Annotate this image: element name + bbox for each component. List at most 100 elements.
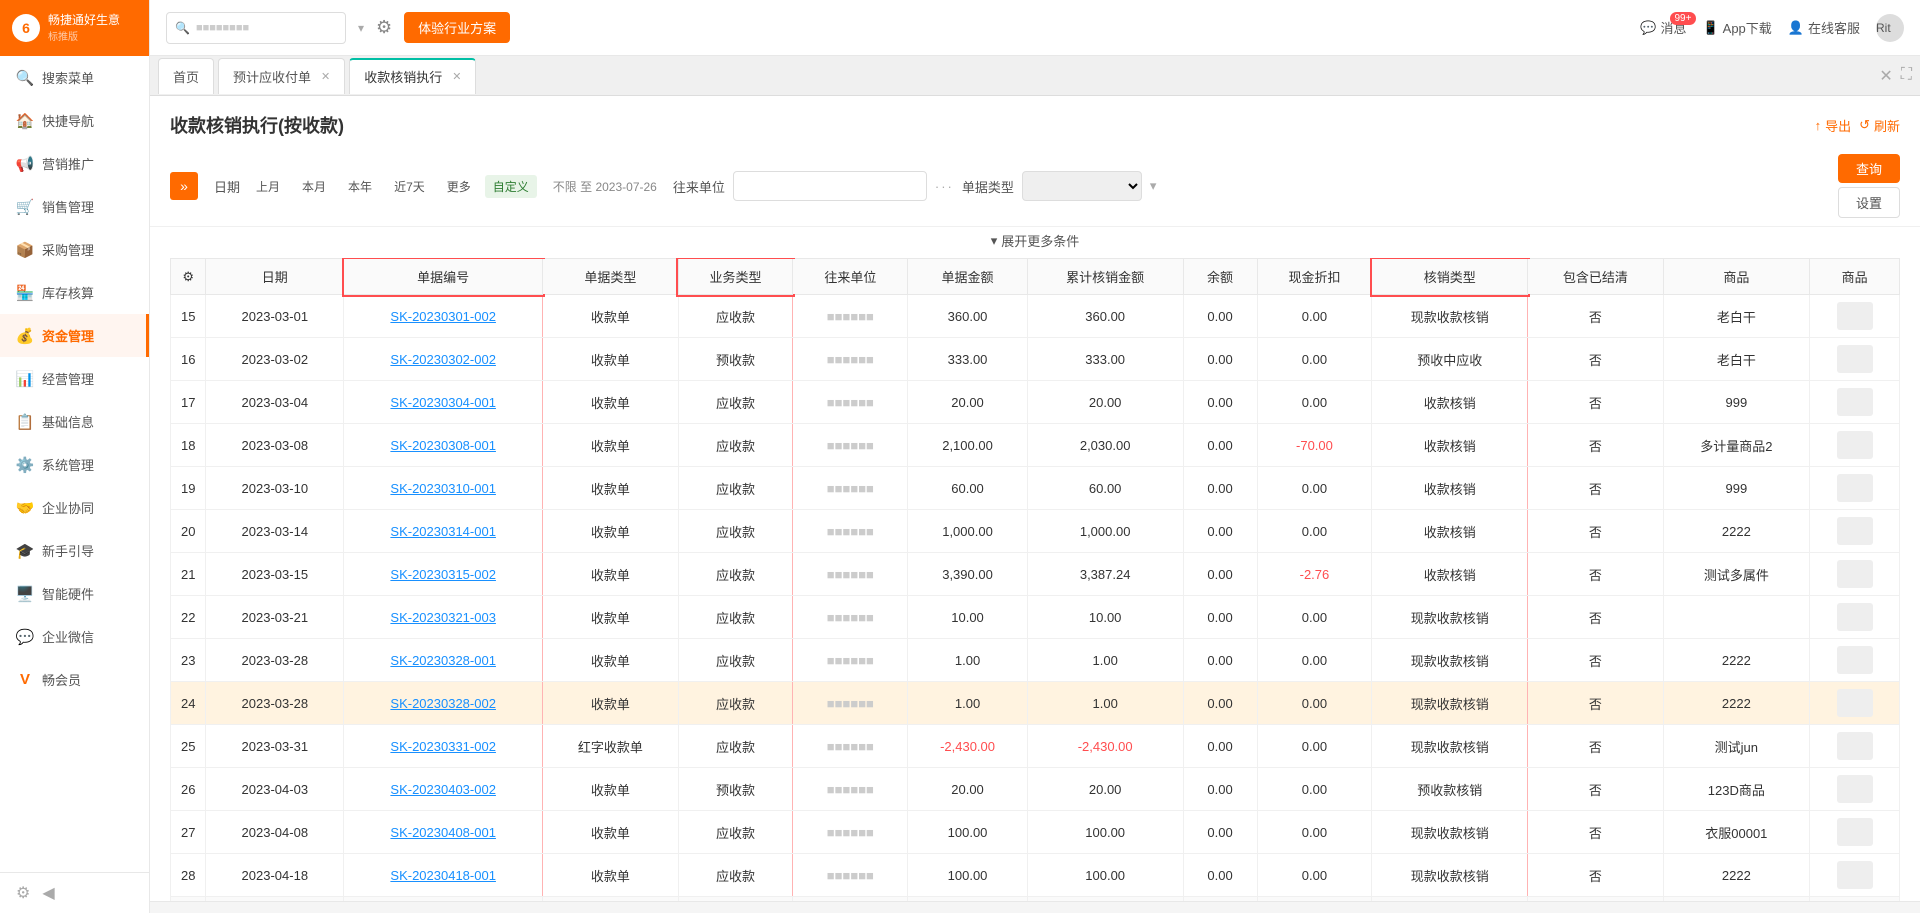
cell-bill-no[interactable]: SK-20230301-002: [344, 295, 543, 338]
cell-bill-no[interactable]: SK-20230328-002: [344, 682, 543, 725]
horizontal-scrollbar[interactable]: [150, 901, 1920, 913]
cell-bill-no[interactable]: SK-20230310-001: [344, 467, 543, 510]
query-btn[interactable]: 查询: [1838, 154, 1900, 183]
bill-no-link[interactable]: SK-20230331-002: [390, 739, 496, 754]
tab-prepay[interactable]: 预计应收付单 ✕: [218, 58, 345, 94]
cell-bill-amount: 100.00: [908, 854, 1027, 897]
tab-fullscreen-icon[interactable]: ⛶: [1901, 66, 1912, 86]
bill-no-link[interactable]: SK-20230328-002: [390, 696, 496, 711]
filter-settings-btn[interactable]: 设置: [1838, 187, 1900, 218]
cell-bill-no[interactable]: SK-20230418-001: [344, 854, 543, 897]
cell-cash-discount: -2.76: [1257, 553, 1372, 596]
tab-home[interactable]: 首页: [158, 58, 214, 94]
sidebar-item-guide[interactable]: 🎓 新手引导: [0, 529, 149, 572]
bill-no-link[interactable]: SK-20230304-001: [390, 395, 496, 410]
date-pill-7days[interactable]: 近7天: [386, 175, 433, 198]
cell-bill-no[interactable]: SK-20230408-001: [344, 811, 543, 854]
industry-btn[interactable]: 体验行业方案: [404, 12, 510, 43]
bill-no-link[interactable]: SK-20230403-002: [390, 782, 496, 797]
gear-icon[interactable]: ⚙: [376, 17, 392, 38]
cell-bill-amount: 10.00: [908, 596, 1027, 639]
tab-collection[interactable]: 收款核销执行 ✕: [349, 58, 476, 94]
sidebar-item-operations[interactable]: 📊 经营管理: [0, 357, 149, 400]
sidebar-item-purchase[interactable]: 📦 采购管理: [0, 228, 149, 271]
bill-no-link[interactable]: SK-20230301-002: [390, 309, 496, 324]
user-avatar[interactable]: Rit: [1876, 14, 1904, 42]
cell-include-settled: 否: [1528, 467, 1663, 510]
sidebar-item-member[interactable]: V 畅会员: [0, 658, 149, 701]
sidebar-item-label: 畅会员: [42, 670, 81, 689]
bill-no-link[interactable]: SK-20230315-002: [390, 567, 496, 582]
cell-bill-no[interactable]: SK-20230302-002: [344, 338, 543, 381]
dropdown-arrow-icon[interactable]: ▾: [358, 21, 364, 35]
tab-collection-close-icon[interactable]: ✕: [452, 70, 461, 83]
table-row: 162023-03-02SK-20230302-002收款单预收款■■■■■■3…: [171, 338, 1900, 381]
sidebar-item-wechat[interactable]: 💬 企业微信: [0, 615, 149, 658]
export-btn[interactable]: ↑ 导出: [1815, 116, 1852, 135]
sidebar-item-inventory[interactable]: 🏪 库存核算: [0, 271, 149, 314]
filter-dots: ···: [935, 179, 954, 194]
sidebar-item-sales[interactable]: 🛒 销售管理: [0, 185, 149, 228]
cell-cash-discount: 0.00: [1257, 596, 1372, 639]
cell-bill-no[interactable]: SK-20230315-002: [344, 553, 543, 596]
col-settings[interactable]: ⚙: [171, 259, 206, 295]
service-btn[interactable]: 👤 在线客服: [1788, 18, 1860, 37]
sidebar-item-system[interactable]: ⚙️ 系统管理: [0, 443, 149, 486]
cell-product: 测试jun: [1663, 725, 1810, 768]
export-icon: ↑: [1815, 118, 1822, 133]
bill-type-select[interactable]: [1022, 171, 1142, 201]
cell-product-img: [1810, 424, 1900, 467]
settings-bottom-icon[interactable]: ⚙: [16, 883, 30, 903]
cell-bill-no[interactable]: SK-20230331-002: [344, 725, 543, 768]
cell-bill-no[interactable]: SK-20230308-001: [344, 424, 543, 467]
cell-bill-no[interactable]: SK-20230321-003: [344, 596, 543, 639]
date-pill-last-month[interactable]: 上月: [248, 175, 288, 198]
bill-no-link[interactable]: SK-20230314-001: [390, 524, 496, 539]
sidebar-item-marketing[interactable]: 📢 营销推广: [0, 142, 149, 185]
bill-no-link[interactable]: SK-20230328-001: [390, 653, 496, 668]
cell-no: 17: [171, 381, 206, 424]
sidebar-item-hardware[interactable]: 🖥️ 智能硬件: [0, 572, 149, 615]
refresh-btn[interactable]: ↺ 刷新: [1859, 116, 1900, 135]
date-pill-more[interactable]: 更多: [439, 175, 479, 198]
bill-no-link[interactable]: SK-20230408-001: [390, 825, 496, 840]
cell-bill-no[interactable]: SK-20230304-001: [344, 381, 543, 424]
bill-no-link[interactable]: SK-20230308-001: [390, 438, 496, 453]
app-download-btn[interactable]: 📱 App下载: [1702, 18, 1771, 37]
bill-no-link[interactable]: SK-20230302-002: [390, 352, 496, 367]
cell-product-img: [1810, 768, 1900, 811]
expand-more-btn[interactable]: ▾ 展开更多条件: [991, 231, 1080, 250]
filter-expand-btn[interactable]: »: [170, 172, 198, 200]
sidebar-item-basic[interactable]: 📋 基础信息: [0, 400, 149, 443]
sidebar-item-label: 营销推广: [42, 154, 94, 173]
cell-balance: 0.00: [1183, 510, 1257, 553]
search-placeholder-text: ■■■■■■■■: [196, 22, 249, 34]
cell-bill-no[interactable]: SK-20230314-001: [344, 510, 543, 553]
cell-biz-type: 应收款: [678, 295, 793, 338]
topbar-search-box[interactable]: 🔍 ■■■■■■■■: [166, 12, 346, 44]
bill-no-link[interactable]: SK-20230418-001: [390, 868, 496, 883]
date-pill-this-month[interactable]: 本月: [294, 175, 334, 198]
tab-prepay-close-icon[interactable]: ✕: [321, 70, 330, 83]
bill-no-link[interactable]: SK-20230321-003: [390, 610, 496, 625]
cell-no: 15: [171, 295, 206, 338]
partner-filter: 往来单位 ··· 单据类型 ▾: [673, 171, 1822, 201]
table-row: 222023-03-21SK-20230321-003收款单应收款■■■■■■1…: [171, 596, 1900, 639]
tab-close-all-icon[interactable]: ✕: [1879, 66, 1892, 86]
cell-bill-no[interactable]: SK-20230328-001: [344, 639, 543, 682]
date-pill-custom[interactable]: 自定义: [485, 175, 537, 198]
partner-input[interactable]: [733, 171, 927, 201]
message-btn[interactable]: 💬 消息 99+: [1640, 18, 1686, 37]
cell-partner: ■■■■■■: [793, 639, 908, 682]
cell-bill-type: 红字收款单: [543, 725, 678, 768]
sidebar-item-finance[interactable]: 💰 资金管理: [0, 314, 149, 357]
sidebar-item-label: 快捷导航: [42, 111, 94, 130]
sidebar-item-search[interactable]: 🔍 搜索菜单: [0, 56, 149, 99]
content-header: 收款核销执行(按收款) ↑ 导出 ↺ 刷新: [150, 96, 1920, 146]
sidebar-item-corp[interactable]: 🤝 企业协同: [0, 486, 149, 529]
cell-bill-no[interactable]: SK-20230403-002: [344, 768, 543, 811]
collapse-icon[interactable]: ◀: [42, 883, 54, 903]
sidebar-item-quick[interactable]: 🏠 快捷导航: [0, 99, 149, 142]
date-pill-this-year[interactable]: 本年: [340, 175, 380, 198]
bill-no-link[interactable]: SK-20230310-001: [390, 481, 496, 496]
